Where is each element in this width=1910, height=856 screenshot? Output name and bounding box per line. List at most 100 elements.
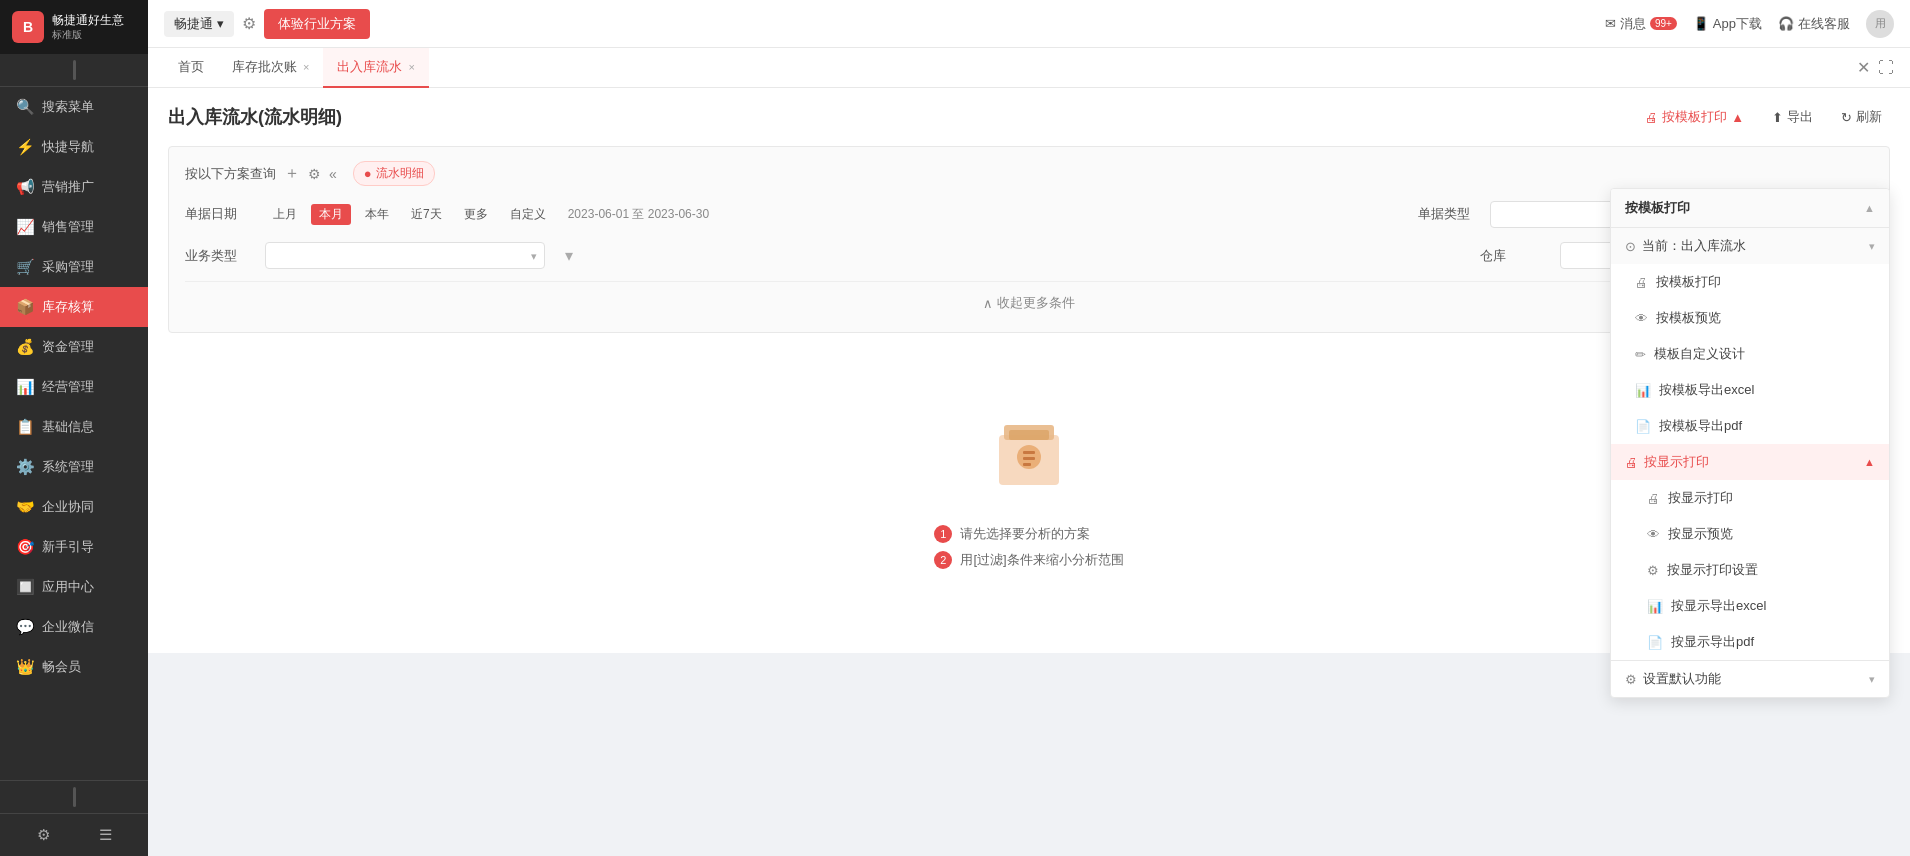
- sales-icon: 📈: [16, 218, 34, 236]
- dropdown-close-icon[interactable]: ▲: [1864, 202, 1875, 214]
- sidebar-item-operations[interactable]: 📊 经营管理: [0, 367, 148, 407]
- current-icon: ⊙: [1625, 239, 1636, 254]
- header-gear-icon[interactable]: ⚙: [242, 14, 256, 33]
- tab-batch-close[interactable]: ×: [303, 61, 309, 73]
- chevron-up-icon: ▲: [1731, 110, 1744, 125]
- filter-tag: ● 流水明细: [353, 161, 435, 186]
- operations-icon: 📊: [16, 378, 34, 396]
- tab-flow-close[interactable]: ×: [408, 61, 414, 73]
- sidebar-item-search[interactable]: 🔍 搜索菜单: [0, 87, 148, 127]
- tab-close-icon[interactable]: ✕: [1857, 58, 1870, 77]
- dropdown-template-pdf[interactable]: 📄 按模板导出pdf: [1611, 408, 1889, 444]
- app-download-btn[interactable]: 📱 App下载: [1693, 15, 1762, 33]
- purchase-icon: 🛒: [16, 258, 34, 276]
- trial-button[interactable]: 体验行业方案: [264, 9, 370, 39]
- tab-flow[interactable]: 出入库流水 ×: [323, 48, 428, 88]
- display-print-icon: 🖨: [1647, 491, 1660, 506]
- sidebar-item-newbie[interactable]: 🎯 新手引导: [0, 527, 148, 567]
- date-current-month[interactable]: 本月: [311, 204, 351, 225]
- date-current-year[interactable]: 本年: [357, 204, 397, 225]
- page-title-bar: 出入库流水(流水明细) 🖨 按模板打印 ▲ ⬆ 导出 ↻ 刷新: [168, 104, 1890, 130]
- sidebar-item-apps[interactable]: 🔲 应用中心: [0, 567, 148, 607]
- empty-steps: 1 请先选择要分析的方案 2 用[过滤]条件来缩小分析范围: [934, 525, 1123, 577]
- date-last-month[interactable]: 上月: [265, 204, 305, 225]
- tab-home[interactable]: 首页: [164, 48, 218, 88]
- message-icon: ✉: [1605, 16, 1616, 31]
- sidebar-item-sales[interactable]: 📈 销售管理: [0, 207, 148, 247]
- search-label: 按以下方案查询: [185, 165, 276, 183]
- dropdown-display-settings[interactable]: ⚙ 按显示打印设置: [1611, 552, 1889, 588]
- dropdown-display-print[interactable]: 🖨 按显示打印: [1611, 480, 1889, 516]
- scroll-down-btn[interactable]: [73, 787, 76, 807]
- collapse-conditions-btn[interactable]: ∧ 收起更多条件: [983, 288, 1075, 318]
- tab-right-btns: ✕ ⛶: [1857, 58, 1894, 77]
- display-section-icon: 🖨: [1625, 455, 1638, 470]
- inventory-icon: 📦: [16, 298, 34, 316]
- messages-btn[interactable]: ✉ 消息 99+: [1605, 15, 1677, 33]
- date-label: 单据日期: [185, 205, 249, 223]
- newbie-icon: 🎯: [16, 538, 34, 556]
- add-filter-btn[interactable]: ＋: [284, 163, 300, 184]
- display-pdf-icon: 📄: [1647, 635, 1663, 650]
- sidebar-item-member[interactable]: 👑 畅会员: [0, 647, 148, 687]
- tab-expand-icon[interactable]: ⛶: [1878, 59, 1894, 77]
- user-dropdown[interactable]: 畅捷通 ▾: [164, 11, 234, 37]
- settings-bottom-icon[interactable]: ⚙: [37, 826, 50, 844]
- tab-batch[interactable]: 库存批次账 ×: [218, 48, 323, 88]
- finance-icon: 💰: [16, 338, 34, 356]
- scroll-up-btn[interactable]: [73, 60, 76, 80]
- service-icon: 🎧: [1778, 16, 1794, 31]
- sidebar-item-collab[interactable]: 🤝 企业协同: [0, 487, 148, 527]
- sidebar-item-system[interactable]: ⚙️ 系统管理: [0, 447, 148, 487]
- biz-select-wrapper: [265, 242, 545, 269]
- svg-rect-5: [1023, 457, 1035, 460]
- online-service-btn[interactable]: 🎧 在线客服: [1778, 15, 1850, 33]
- sidebar-item-wechat[interactable]: 💬 企业微信: [0, 607, 148, 647]
- biz-select[interactable]: [265, 242, 545, 269]
- biz-label: 业务类型: [185, 247, 249, 265]
- dropdown-display-section[interactable]: 🖨 按显示打印 ▲: [1611, 444, 1889, 480]
- apps-icon: 🔲: [16, 578, 34, 596]
- dropdown-display-excel[interactable]: 📊 按显示导出excel: [1611, 588, 1889, 624]
- refresh-btn[interactable]: ↻ 刷新: [1833, 104, 1890, 130]
- date-more[interactable]: 更多: [456, 204, 496, 225]
- empty-icon: [979, 405, 1079, 505]
- pdf-icon: 📄: [1635, 419, 1651, 434]
- date-custom[interactable]: 自定义: [502, 204, 554, 225]
- sidebar: B 畅捷通好生意 标准版 🔍 搜索菜单 ⚡ 快捷导航 📢 营销推广 📈 销售管理…: [0, 0, 148, 856]
- filter-settings-btn[interactable]: ⚙: [308, 166, 321, 182]
- svg-rect-4: [1023, 451, 1035, 454]
- logo-sub: 标准版: [52, 28, 124, 42]
- svg-rect-6: [1023, 463, 1031, 466]
- dropdown-template-custom[interactable]: ✏ 模板自定义设计: [1611, 336, 1889, 372]
- sidebar-item-purchase[interactable]: 🛒 采购管理: [0, 247, 148, 287]
- sidebar-item-base[interactable]: 📋 基础信息: [0, 407, 148, 447]
- user-avatar[interactable]: 用: [1866, 10, 1894, 38]
- dropdown-display-preview[interactable]: 👁 按显示预览: [1611, 516, 1889, 552]
- type-label: 单据类型: [1418, 205, 1482, 223]
- dropdown-display-pdf[interactable]: 📄 按显示导出pdf: [1611, 624, 1889, 660]
- sidebar-item-finance[interactable]: 💰 资金管理: [0, 327, 148, 367]
- member-icon: 👑: [16, 658, 34, 676]
- biz-chevron-btn[interactable]: ▾: [565, 246, 573, 265]
- date-7days[interactable]: 近7天: [403, 204, 450, 225]
- dropdown-template-excel[interactable]: 📊 按模板导出excel: [1611, 372, 1889, 408]
- dropdown-default-func[interactable]: ⚙ 设置默认功能 ▾: [1611, 660, 1889, 697]
- wechat-icon: 💬: [16, 618, 34, 636]
- chevron-down-icon: ▾: [217, 16, 224, 31]
- dropdown-header: 按模板打印 ▲: [1611, 189, 1889, 228]
- content-area: 出入库流水(流水明细) 🖨 按模板打印 ▲ ⬆ 导出 ↻ 刷新: [148, 88, 1910, 856]
- dropdown-current[interactable]: ⊙ 当前：出入库流水 ▾: [1611, 228, 1889, 264]
- sidebar-item-marketing[interactable]: 📢 营销推广: [0, 167, 148, 207]
- sidebar-item-inventory[interactable]: 📦 库存核算: [0, 287, 148, 327]
- dropdown-template-print[interactable]: 🖨 按模板打印: [1611, 264, 1889, 300]
- warehouse-label: 仓库: [1480, 247, 1544, 265]
- collapse-filter-btn[interactable]: «: [329, 166, 337, 182]
- menu-toggle-icon[interactable]: ☰: [99, 826, 112, 844]
- export-btn[interactable]: ⬆ 导出: [1764, 104, 1821, 130]
- print-template-btn[interactable]: 🖨 按模板打印 ▲: [1637, 104, 1752, 130]
- tag-icon: ●: [364, 166, 372, 181]
- download-icon: 📱: [1693, 16, 1709, 31]
- dropdown-template-preview[interactable]: 👁 按模板预览: [1611, 300, 1889, 336]
- sidebar-item-quick-nav[interactable]: ⚡ 快捷导航: [0, 127, 148, 167]
